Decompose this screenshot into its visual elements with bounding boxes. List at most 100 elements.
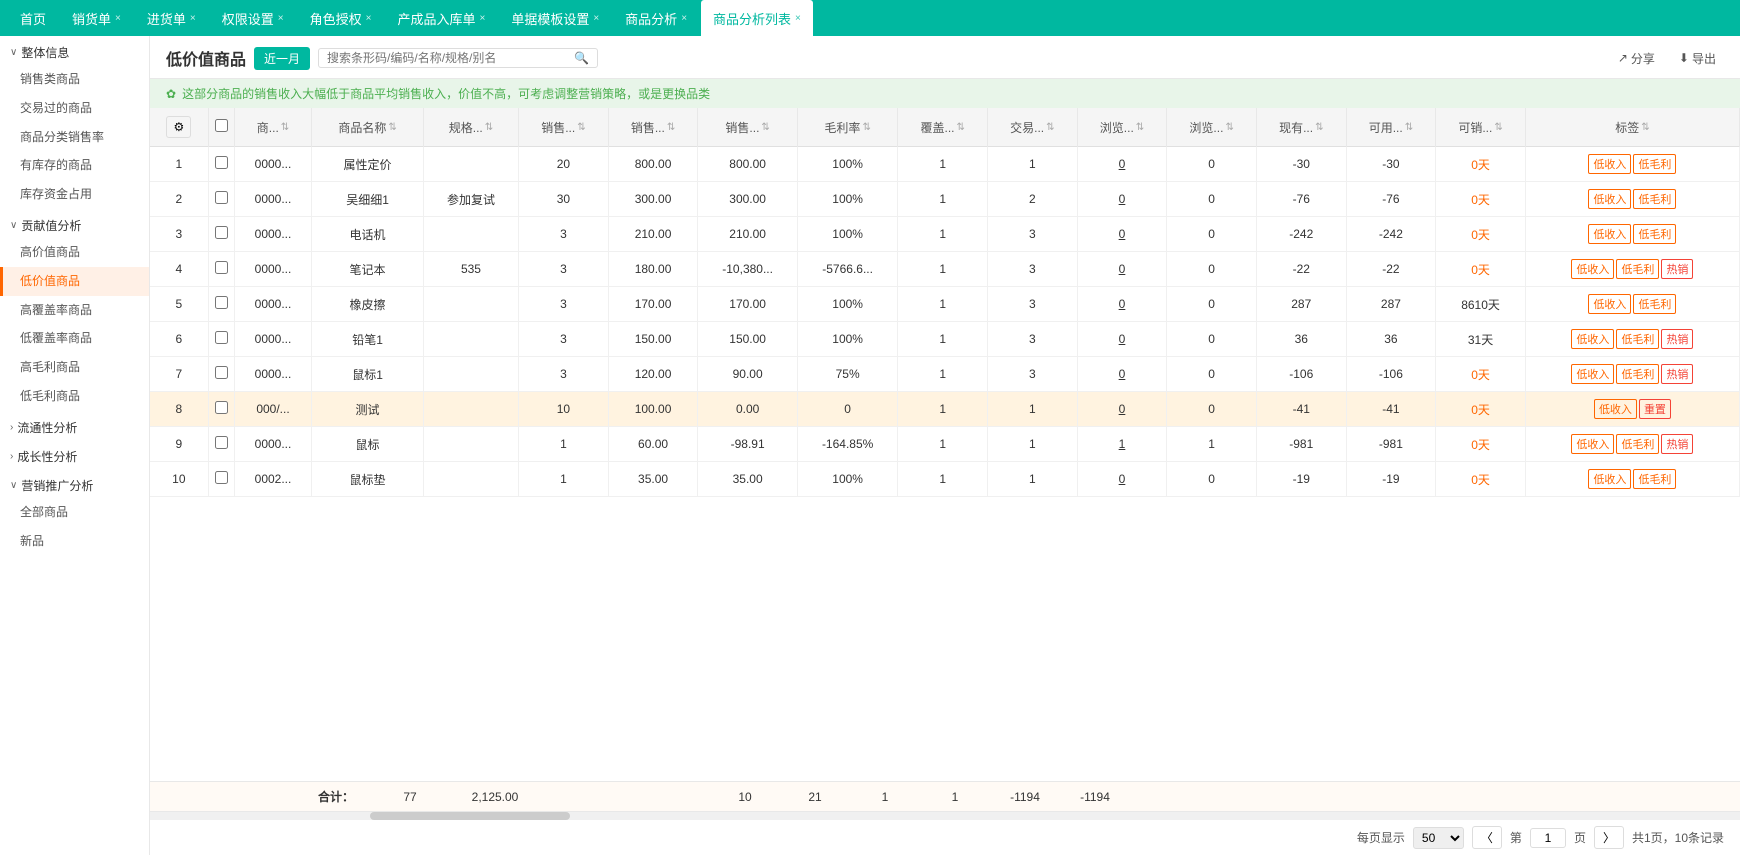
sidebar-group-growth[interactable]: › 成长性分析 bbox=[0, 440, 149, 469]
browse1-link[interactable]: 0 bbox=[1119, 402, 1126, 416]
row-checkbox-cell[interactable] bbox=[208, 147, 234, 182]
row-checkbox-cell[interactable] bbox=[208, 217, 234, 252]
browse1-link[interactable]: 0 bbox=[1119, 367, 1126, 381]
scrollbar-track[interactable] bbox=[150, 812, 1740, 820]
nav-home[interactable]: 首页 bbox=[8, 0, 58, 36]
sidebar-group-overall[interactable]: ∨ 整体信息 bbox=[0, 36, 149, 65]
sidebar-item-in-stock[interactable]: 有库存的商品 bbox=[0, 151, 149, 180]
col-margin[interactable]: 毛利率⇅ bbox=[797, 108, 898, 147]
col-sales-avg[interactable]: 销售...⇅ bbox=[698, 108, 797, 147]
search-icon[interactable]: 🔍 bbox=[574, 51, 589, 65]
col-trade[interactable]: 交易...⇅ bbox=[988, 108, 1078, 147]
row-browse1[interactable]: 0 bbox=[1077, 182, 1167, 217]
search-input[interactable] bbox=[327, 51, 574, 65]
col-tags[interactable]: 标签⇅ bbox=[1525, 108, 1739, 147]
browse1-link[interactable]: 0 bbox=[1119, 332, 1126, 346]
sidebar-group-contribution[interactable]: ∨ 贡献值分析 bbox=[0, 209, 149, 238]
select-all-checkbox[interactable] bbox=[215, 119, 228, 132]
col-avail[interactable]: 可用...⇅ bbox=[1346, 108, 1436, 147]
close-icon[interactable]: × bbox=[190, 13, 196, 24]
row-checkbox[interactable] bbox=[215, 261, 228, 274]
col-code[interactable]: 商...⇅ bbox=[234, 108, 312, 147]
sidebar-item-high-coverage[interactable]: 高覆盖率商品 bbox=[0, 296, 149, 325]
sidebar-item-sales-products[interactable]: 销售类商品 bbox=[0, 65, 149, 94]
browse1-link[interactable]: 0 bbox=[1119, 192, 1126, 206]
row-checkbox-cell[interactable] bbox=[208, 252, 234, 287]
col-cover[interactable]: 覆盖...⇅ bbox=[898, 108, 988, 147]
close-icon[interactable]: × bbox=[278, 13, 284, 24]
nav-purchase[interactable]: 进货单 × bbox=[135, 0, 208, 36]
row-checkbox[interactable] bbox=[215, 436, 228, 449]
sidebar-item-low-margin[interactable]: 低毛利商品 bbox=[0, 382, 149, 411]
next-page-button[interactable]: 〉 bbox=[1594, 826, 1624, 849]
nav-product-analysis[interactable]: 商品分析 × bbox=[613, 0, 699, 36]
gear-button[interactable]: ⚙ bbox=[166, 116, 191, 138]
row-checkbox[interactable] bbox=[215, 226, 228, 239]
row-checkbox-cell[interactable] bbox=[208, 182, 234, 217]
sidebar-group-circulation[interactable]: › 流通性分析 bbox=[0, 411, 149, 440]
row-checkbox-cell[interactable] bbox=[208, 462, 234, 497]
table-container[interactable]: ⚙ 商...⇅ 商品名称⇅ 规格...⇅ 销售...⇅ 销售...⇅ 销售...… bbox=[150, 108, 1740, 781]
row-checkbox[interactable] bbox=[215, 296, 228, 309]
nav-template[interactable]: 单据模板设置 × bbox=[499, 0, 611, 36]
row-checkbox-cell[interactable] bbox=[208, 392, 234, 427]
browse1-link[interactable]: 0 bbox=[1119, 472, 1126, 486]
row-checkbox-cell[interactable] bbox=[208, 357, 234, 392]
close-icon[interactable]: × bbox=[593, 13, 599, 24]
row-checkbox-cell[interactable] bbox=[208, 427, 234, 462]
prev-page-button[interactable]: 〈 bbox=[1472, 826, 1502, 849]
col-sales-qty[interactable]: 销售...⇅ bbox=[519, 108, 609, 147]
page-number-input[interactable] bbox=[1530, 828, 1566, 848]
row-browse1[interactable]: 0 bbox=[1077, 147, 1167, 182]
row-browse1[interactable]: 1 bbox=[1077, 427, 1167, 462]
row-browse1[interactable]: 0 bbox=[1077, 322, 1167, 357]
close-icon[interactable]: × bbox=[795, 13, 801, 24]
col-browse2[interactable]: 浏览...⇅ bbox=[1167, 108, 1257, 147]
row-checkbox[interactable] bbox=[215, 191, 228, 204]
nav-permissions[interactable]: 权限设置 × bbox=[210, 0, 296, 36]
sidebar-item-stock-capital[interactable]: 库存资金占用 bbox=[0, 180, 149, 209]
row-checkbox[interactable] bbox=[215, 366, 228, 379]
date-filter-button[interactable]: 近一月 bbox=[254, 47, 310, 70]
col-sales-amt[interactable]: 销售...⇅ bbox=[608, 108, 698, 147]
row-checkbox[interactable] bbox=[215, 471, 228, 484]
sidebar-item-low-coverage[interactable]: 低覆盖率商品 bbox=[0, 324, 149, 353]
close-icon[interactable]: × bbox=[479, 13, 485, 24]
close-icon[interactable]: × bbox=[115, 13, 121, 24]
row-checkbox[interactable] bbox=[215, 401, 228, 414]
sidebar-item-all-products[interactable]: 全部商品 bbox=[0, 498, 149, 527]
row-browse1[interactable]: 0 bbox=[1077, 287, 1167, 322]
row-checkbox-cell[interactable] bbox=[208, 322, 234, 357]
share-button[interactable]: ↗ 分享 bbox=[1610, 47, 1663, 70]
nav-sales[interactable]: 销货单 × bbox=[60, 0, 133, 36]
col-sellable[interactable]: 可销...⇅ bbox=[1436, 108, 1526, 147]
nav-roles[interactable]: 角色授权 × bbox=[298, 0, 384, 36]
col-browse1[interactable]: 浏览...⇅ bbox=[1077, 108, 1167, 147]
close-icon[interactable]: × bbox=[681, 13, 687, 24]
row-checkbox[interactable] bbox=[215, 156, 228, 169]
row-browse1[interactable]: 0 bbox=[1077, 217, 1167, 252]
row-checkbox-cell[interactable] bbox=[208, 287, 234, 322]
export-button[interactable]: ⬇ 导出 bbox=[1671, 47, 1724, 70]
sidebar-item-traded-products[interactable]: 交易过的商品 bbox=[0, 94, 149, 123]
row-browse1[interactable]: 0 bbox=[1077, 357, 1167, 392]
sidebar-item-low-value[interactable]: 低价值商品 bbox=[0, 267, 149, 296]
sidebar-group-marketing[interactable]: ∨ 营销推广分析 bbox=[0, 469, 149, 498]
sidebar-item-new-products[interactable]: 新品 bbox=[0, 527, 149, 556]
nav-analysis-list[interactable]: 商品分析列表 × bbox=[701, 0, 813, 36]
col-gear[interactable]: ⚙ bbox=[150, 108, 208, 147]
browse1-link[interactable]: 0 bbox=[1119, 157, 1126, 171]
browse1-link[interactable]: 0 bbox=[1119, 227, 1126, 241]
col-stock[interactable]: 现有...⇅ bbox=[1256, 108, 1346, 147]
sidebar-item-high-margin[interactable]: 高毛利商品 bbox=[0, 353, 149, 382]
row-browse1[interactable]: 0 bbox=[1077, 252, 1167, 287]
browse1-link[interactable]: 0 bbox=[1119, 297, 1126, 311]
scrollbar-thumb[interactable] bbox=[370, 812, 570, 820]
sidebar-item-category-rate[interactable]: 商品分类销售率 bbox=[0, 123, 149, 152]
per-page-select[interactable]: 50 100 200 bbox=[1413, 827, 1464, 849]
col-spec[interactable]: 规格...⇅ bbox=[423, 108, 518, 147]
col-name[interactable]: 商品名称⇅ bbox=[312, 108, 424, 147]
row-browse1[interactable]: 0 bbox=[1077, 462, 1167, 497]
nav-finished-goods[interactable]: 产成品入库单 × bbox=[385, 0, 497, 36]
browse1-link[interactable]: 0 bbox=[1119, 262, 1126, 276]
